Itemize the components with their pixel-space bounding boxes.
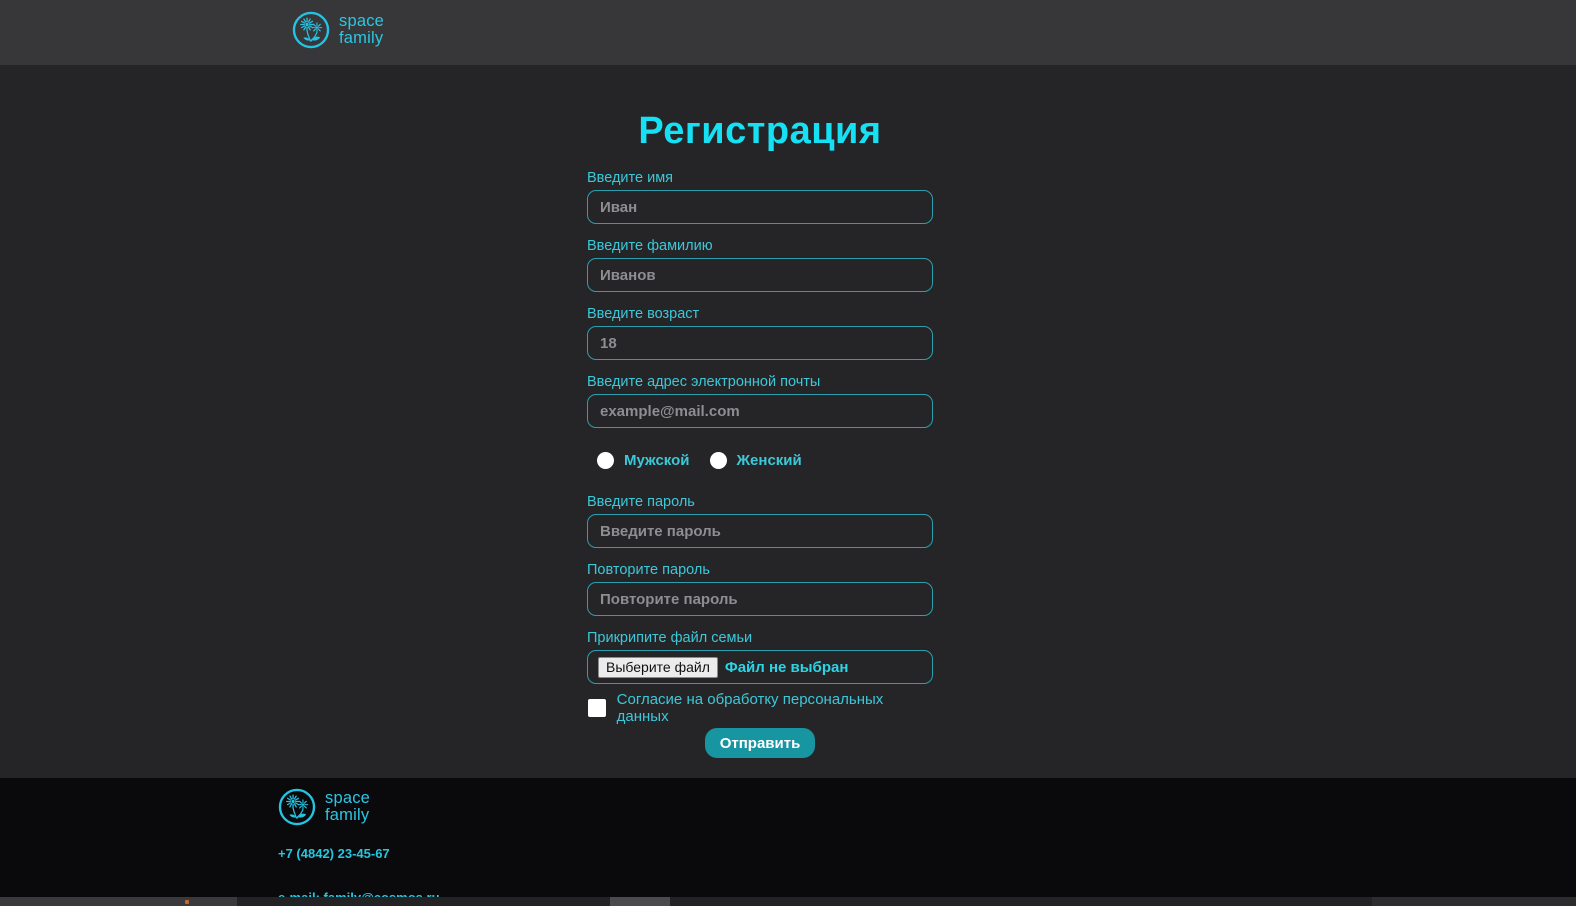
password-input[interactable]: [587, 514, 933, 548]
password-group: Введите пароль: [587, 494, 933, 548]
footer-email[interactable]: e-mail: family@cosmos.ru: [278, 890, 440, 897]
brand-name: space family: [339, 11, 385, 48]
last-name-group: Введите фамилию: [587, 238, 933, 292]
gender-male-radio[interactable]: [597, 451, 614, 469]
last-name-input[interactable]: [587, 258, 933, 292]
footer-brand-logo: space family: [278, 788, 370, 826]
footer-brand-name: space family: [325, 788, 371, 825]
password-repeat-group: Повторите пароль: [587, 562, 933, 616]
taskbar-strip-left: [0, 897, 237, 906]
consent-label: Согласие на обработку персональных данны…: [616, 691, 884, 725]
header: space family: [0, 0, 1576, 65]
age-input[interactable]: [587, 326, 933, 360]
password-label: Введите пароль: [587, 494, 695, 510]
family-file-input[interactable]: Выберите файл Файл не выбран: [587, 650, 933, 684]
taskbar-strip: [0, 897, 1576, 906]
consent-checkbox[interactable]: [588, 699, 606, 717]
footer-phone[interactable]: +7 (4842) 23-45-67: [278, 846, 390, 861]
registration-page: Регистрация Введите имя Введите фамилию …: [0, 65, 1576, 778]
footer-brand-name-line2: family: [325, 806, 370, 824]
gender-radio-group: Мужской Женский: [597, 450, 933, 470]
footer-flower-logo-icon: [278, 788, 316, 826]
password-repeat-input[interactable]: [587, 582, 933, 616]
submit-button[interactable]: Отправить: [705, 728, 815, 758]
first-name-input[interactable]: [587, 190, 933, 224]
email-label: Введите адрес электронной почты: [587, 374, 821, 390]
age-group: Введите возраст: [587, 306, 933, 360]
brand-name-line1: space: [339, 11, 385, 30]
family-file-group: Прикрипите файл семьи Выберите файл Файл…: [587, 630, 933, 684]
page-title: Регистрация: [638, 110, 882, 152]
consent-row: Согласие на обработку персональных данны…: [588, 691, 933, 725]
first-name-group: Введите имя: [587, 170, 933, 224]
footer-brand-name-line1: space: [325, 788, 371, 807]
last-name-label: Введите фамилию: [587, 238, 713, 254]
gender-female-label: Женский: [736, 451, 802, 469]
gender-female-radio[interactable]: [709, 451, 727, 469]
scrollbar-thumb[interactable]: [610, 897, 670, 906]
password-repeat-label: Повторите пароль: [587, 562, 710, 578]
page: space family Регистрация Введите имя Вве…: [0, 0, 1576, 906]
age-label: Введите возраст: [587, 306, 700, 322]
file-status-text: Файл не выбран: [724, 658, 849, 676]
email-group: Введите адрес электронной почты: [587, 374, 933, 428]
taskbar-strip-right: [1372, 897, 1576, 906]
brand-name-line2: family: [339, 29, 384, 47]
footer: space family +7 (4842) 23-45-67 e-mail: …: [0, 778, 1576, 897]
flower-logo-icon: [292, 11, 330, 49]
gender-male-label: Мужской: [624, 451, 690, 469]
first-name-label: Введите имя: [587, 170, 674, 186]
email-input[interactable]: [587, 394, 933, 428]
submit-row: Отправить: [587, 728, 933, 758]
brand-logo: space family: [292, 11, 384, 49]
taskbar-app-icon: [185, 900, 189, 904]
registration-form: Регистрация Введите имя Введите фамилию …: [587, 65, 933, 758]
family-file-label: Прикрипите файл семьи: [587, 630, 753, 646]
choose-file-button[interactable]: Выберите файл: [598, 656, 718, 678]
